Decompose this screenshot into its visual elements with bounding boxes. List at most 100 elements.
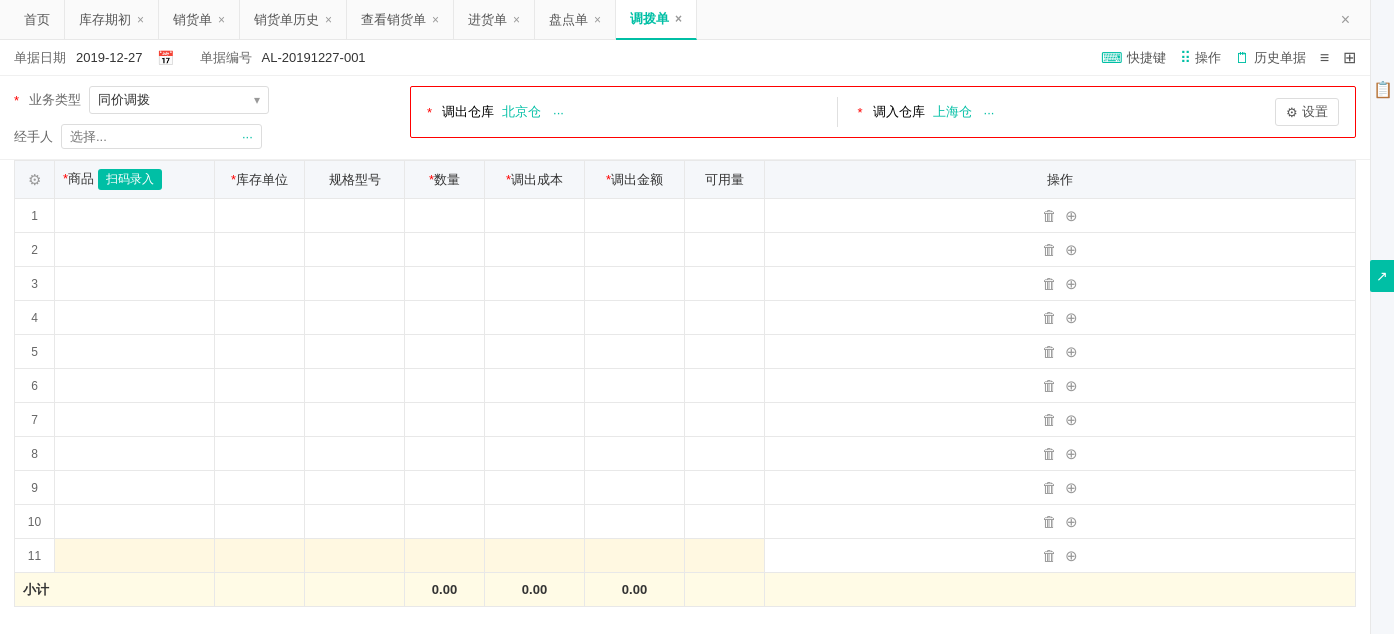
copy-icon-8[interactable]: ⊕ [1065,445,1078,463]
history-button[interactable]: 🗒 历史单据 [1235,49,1306,67]
row-cost-10[interactable] [485,505,585,539]
row-spec-8[interactable] [305,437,405,471]
delete-icon-6[interactable]: 🗑 [1042,377,1057,394]
row-cost-9[interactable] [485,471,585,505]
row-amount-5[interactable] [585,335,685,369]
tab-home[interactable]: 首页 [10,0,65,40]
warehouse-in-more-icon[interactable]: ··· [984,105,995,120]
row-spec-5[interactable] [305,335,405,369]
row-product-3[interactable] [55,267,215,301]
close-view-sales-icon[interactable]: × [432,13,439,27]
row-spec-4[interactable] [305,301,405,335]
copy-icon-5[interactable]: ⊕ [1065,343,1078,361]
row-available-4[interactable] [685,301,765,335]
delete-icon-10[interactable]: 🗑 [1042,513,1057,530]
tab-purchase-order[interactable]: 进货单 × [454,0,535,40]
delete-icon-3[interactable]: 🗑 [1042,275,1057,292]
row-cost-8[interactable] [485,437,585,471]
row-cost-4[interactable] [485,301,585,335]
row-product-5[interactable] [55,335,215,369]
delete-icon-9[interactable]: 🗑 [1042,479,1057,496]
row-spec-11[interactable] [305,539,405,573]
row-spec-2[interactable] [305,233,405,267]
row-qty-5[interactable] [405,335,485,369]
tab-inventory-init[interactable]: 库存期初 × [65,0,159,40]
copy-icon[interactable]: ⊕ [1065,547,1078,565]
row-unit-4[interactable] [215,301,305,335]
row-unit-10[interactable] [215,505,305,539]
row-amount-9[interactable] [585,471,685,505]
row-product-4[interactable] [55,301,215,335]
row-unit-11[interactable] [215,539,305,573]
row-unit-3[interactable] [215,267,305,301]
row-amount-4[interactable] [585,301,685,335]
delete-icon-8[interactable]: 🗑 [1042,445,1057,462]
copy-icon-10[interactable]: ⊕ [1065,513,1078,531]
handler-input[interactable] [70,129,238,144]
row-qty-8[interactable] [405,437,485,471]
row-qty-9[interactable] [405,471,485,505]
close-inventory-count-icon[interactable]: × [594,13,601,27]
row-unit-5[interactable] [215,335,305,369]
row-amount-2[interactable] [585,233,685,267]
delete-icon[interactable]: 🗑 [1042,547,1057,564]
row-qty-6[interactable] [405,369,485,403]
copy-icon-1[interactable]: ⊕ [1065,207,1078,225]
operation-button[interactable]: ⠿ 操作 [1180,49,1221,67]
row-unit-6[interactable] [215,369,305,403]
delete-icon-4[interactable]: 🗑 [1042,309,1057,326]
settings-button[interactable]: ⚙ 设置 [1275,98,1339,126]
row-amount-6[interactable] [585,369,685,403]
row-qty-3[interactable] [405,267,485,301]
row-unit-9[interactable] [215,471,305,505]
close-inventory-init-icon[interactable]: × [137,13,144,27]
business-type-select[interactable]: 同价调拨 ▾ [89,86,269,114]
row-cost-6[interactable] [485,369,585,403]
row-available-7[interactable] [685,403,765,437]
tab-view-sales[interactable]: 查看销货单 × [347,0,454,40]
row-product-2[interactable] [55,233,215,267]
row-product-6[interactable] [55,369,215,403]
close-purchase-order-icon[interactable]: × [513,13,520,27]
row-cost-3[interactable] [485,267,585,301]
row-product-10[interactable] [55,505,215,539]
close-all-icon[interactable]: × [1341,11,1350,29]
row-cost-7[interactable] [485,403,585,437]
row-available-11[interactable] [685,539,765,573]
layout-button-2[interactable]: ⊞ [1343,48,1356,67]
copy-icon-6[interactable]: ⊕ [1065,377,1078,395]
delete-icon-2[interactable]: 🗑 [1042,241,1057,258]
row-product-1[interactable] [55,199,215,233]
row-available-10[interactable] [685,505,765,539]
delete-icon-5[interactable]: 🗑 [1042,343,1057,360]
row-qty-7[interactable] [405,403,485,437]
sidebar-doc-icon[interactable]: 📋 [1373,80,1393,99]
shortcut-button[interactable]: ⌨ 快捷键 [1101,49,1166,67]
warehouse-out-more-icon[interactable]: ··· [553,105,564,120]
handler-more-icon[interactable]: ··· [242,129,253,144]
row-amount-3[interactable] [585,267,685,301]
row-spec-1[interactable] [305,199,405,233]
calendar-icon[interactable]: 📅 [157,50,174,66]
row-cost-1[interactable] [485,199,585,233]
delete-icon-7[interactable]: 🗑 [1042,411,1057,428]
row-qty-10[interactable] [405,505,485,539]
row-available-8[interactable] [685,437,765,471]
sidebar-expand-button[interactable]: ↗ [1370,260,1394,292]
copy-icon-3[interactable]: ⊕ [1065,275,1078,293]
tab-sales-history[interactable]: 销货单历史 × [240,0,347,40]
row-spec-9[interactable] [305,471,405,505]
row-cost-2[interactable] [485,233,585,267]
close-sales-order-icon[interactable]: × [218,13,225,27]
scan-button[interactable]: 扫码录入 [98,169,162,190]
close-sales-history-icon[interactable]: × [325,13,332,27]
row-spec-10[interactable] [305,505,405,539]
row-amount-11[interactable] [585,539,685,573]
row-spec-3[interactable] [305,267,405,301]
settings-gear-icon[interactable]: ⚙ [28,171,41,188]
row-amount-8[interactable] [585,437,685,471]
row-unit-2[interactable] [215,233,305,267]
copy-icon-4[interactable]: ⊕ [1065,309,1078,327]
row-qty-2[interactable] [405,233,485,267]
delete-icon-1[interactable]: 🗑 [1042,207,1057,224]
